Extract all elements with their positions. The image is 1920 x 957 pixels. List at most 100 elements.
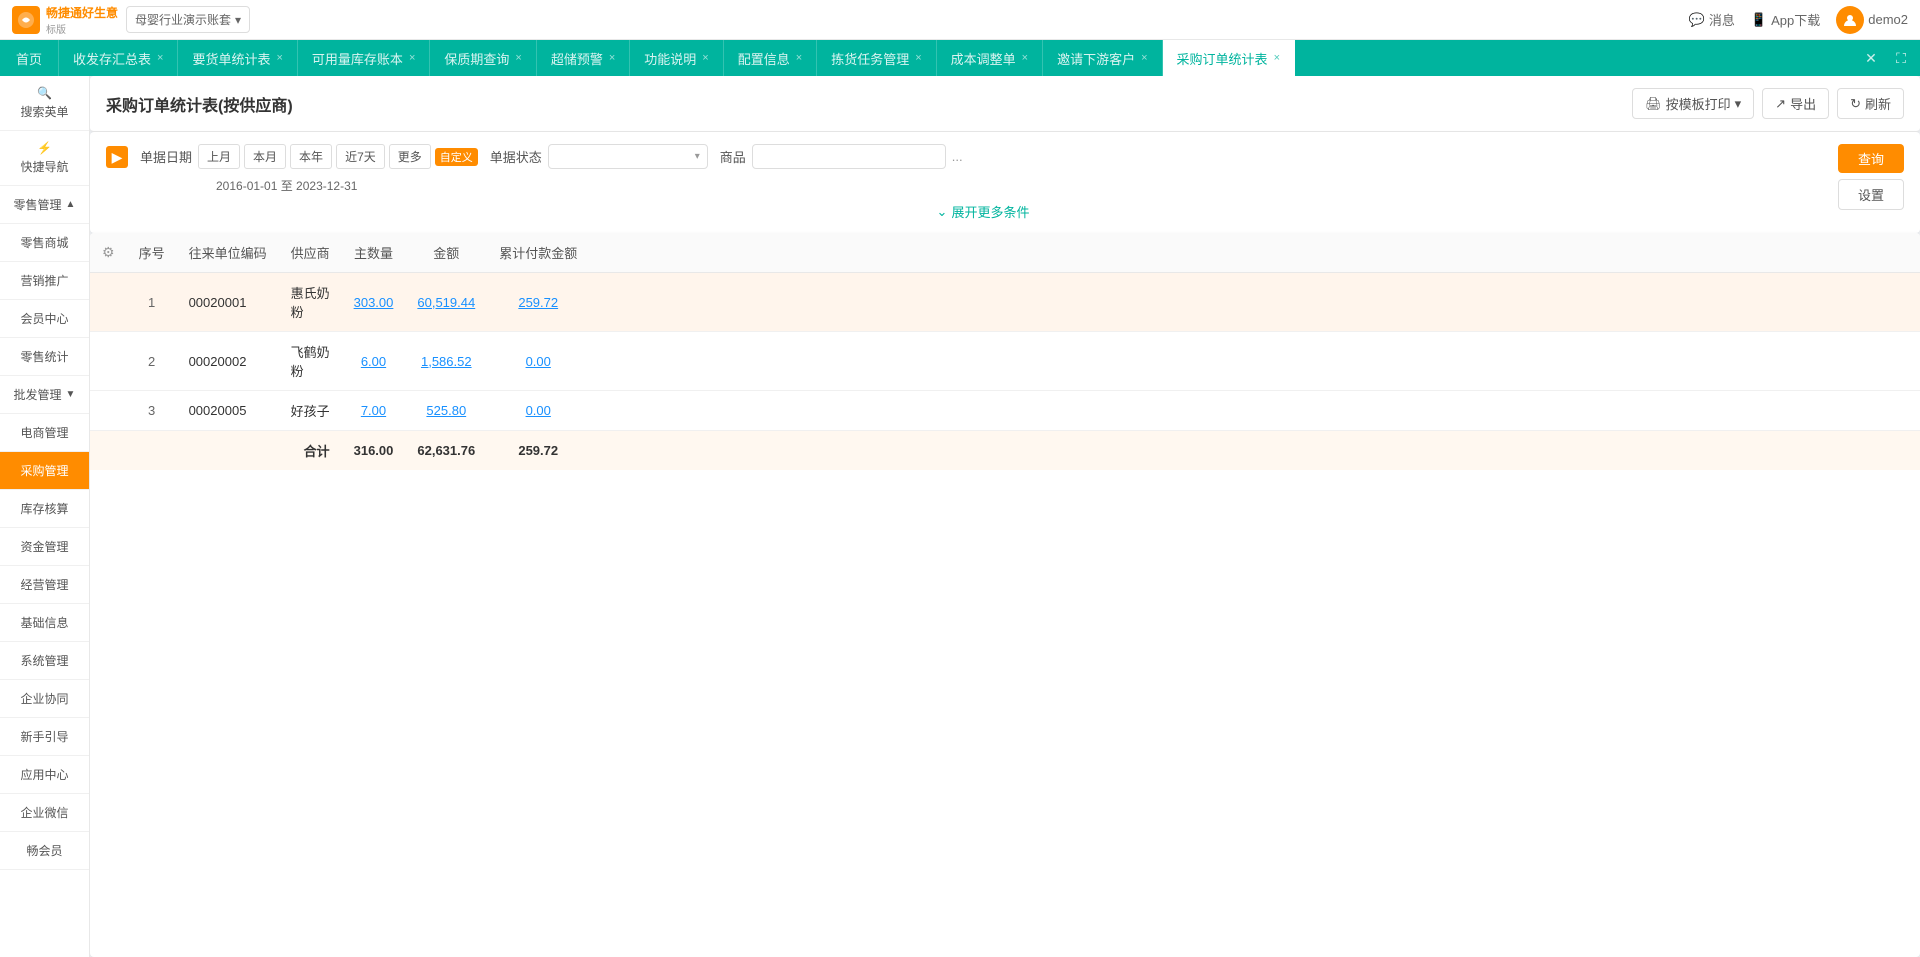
close-icon[interactable]: × (1141, 52, 1147, 64)
sidebar-item-system-mgmt[interactable]: 系统管理 (0, 642, 89, 680)
tab-label: 收发存汇总表 (73, 49, 151, 68)
close-icon[interactable]: × (1274, 52, 1280, 64)
sidebar-item-operations[interactable]: 经营管理 (0, 566, 89, 604)
goods-input[interactable] (752, 144, 946, 169)
footer-paid-amount: 259.72 (487, 431, 589, 471)
query-button[interactable]: 查询 (1838, 144, 1904, 173)
sidebar-item-ecommerce[interactable]: 电商管理 (0, 414, 89, 452)
table-settings-icon[interactable]: ⚙ (102, 244, 115, 260)
export-button[interactable]: ↗ 导出 (1762, 88, 1829, 119)
sidebar-item-enterprise-wechat[interactable]: 企业微信 (0, 794, 89, 832)
tab-home[interactable]: 首页 (0, 40, 59, 76)
sidebar-item-app-center[interactable]: 应用中心 (0, 756, 89, 794)
more-date-btn[interactable]: 更多 (389, 144, 431, 169)
sidebar-item-enterprise-collab[interactable]: 企业协同 (0, 680, 89, 718)
sidebar-item-retail-mgmt[interactable]: 零售管理 ▲ (0, 186, 89, 224)
printer-icon: 🖨 (1645, 96, 1662, 112)
message-icon: 💬 (1689, 12, 1705, 28)
page-header: 采购订单统计表(按供应商) 🖨 按模板打印 ▾ ↗ 导出 ↻ 刷新 (90, 76, 1920, 132)
this-year-btn[interactable]: 本年 (290, 144, 332, 169)
sidebar-item-label: 企业微信 (20, 804, 68, 821)
sidebar-item-vip[interactable]: 畅会员 (0, 832, 89, 870)
nav-tabs: 首页 收发存汇总表 × 要货单统计表 × 可用量库存账本 × 保质期查询 × 超… (0, 40, 1920, 76)
top-bar: 畅捷通好生意 标版 母婴行业演示账套 ▾ 💬 消息 📱 App下载 demo2 (0, 0, 1920, 40)
logo-area: 畅捷通好生意 标版 (12, 4, 118, 36)
table-row: 2 00020002 飞鹤奶粉 6.00 1,586.52 0.00 (90, 332, 1920, 391)
status-select[interactable] (548, 144, 708, 169)
expand-more-row: ⌄ 展开更多条件 (140, 202, 1826, 221)
sidebar-item-label: 基础信息 (20, 614, 68, 631)
tab-function-desc[interactable]: 功能说明 × (630, 40, 723, 76)
close-icon[interactable]: × (157, 52, 163, 64)
sidebar-item-finance[interactable]: 资金管理 (0, 528, 89, 566)
close-icon[interactable]: × (515, 52, 521, 64)
last-7days-btn[interactable]: 近7天 (336, 144, 385, 169)
paid-amount-cell[interactable]: 0.00 (487, 391, 589, 431)
main-qty-cell[interactable]: 7.00 (342, 391, 406, 431)
app-download-action[interactable]: 📱 App下载 (1751, 10, 1820, 29)
amount-cell[interactable]: 1,586.52 (405, 332, 487, 391)
more-icon[interactable]: ... (952, 149, 963, 164)
close-icon[interactable]: × (409, 52, 415, 64)
sidebar-item-retail-mall[interactable]: 零售商城 (0, 224, 89, 262)
expand-more-button[interactable]: ⌄ 展开更多条件 (937, 202, 1030, 221)
main-qty-cell[interactable]: 303.00 (342, 273, 406, 332)
sidebar-item-label: 新手引导 (20, 728, 68, 745)
sidebar-item-search[interactable]: 🔍 搜索英单 (0, 76, 89, 131)
tab-shelf-life[interactable]: 保质期查询 × (430, 40, 536, 76)
sidebar-item-inventory[interactable]: 库存核算 (0, 490, 89, 528)
refresh-button[interactable]: ↻ 刷新 (1837, 88, 1904, 119)
tab-label: 可用量库存账本 (312, 49, 403, 68)
row-settings-cell (90, 273, 127, 332)
paid-amount-cell[interactable]: 259.72 (487, 273, 589, 332)
sidebar-item-basic-info[interactable]: 基础信息 (0, 604, 89, 642)
sidebar-item-quick-nav[interactable]: ⚡ 快捷导航 (0, 131, 89, 186)
tab-picking-task[interactable]: 拣货任务管理 × (817, 40, 936, 76)
amount-cell[interactable]: 525.80 (405, 391, 487, 431)
close-icon[interactable]: × (915, 52, 921, 64)
col-supplier: 供应商 (279, 233, 342, 273)
message-action[interactable]: 💬 消息 (1689, 10, 1735, 29)
tab-overstock-warning[interactable]: 超储预警 × (537, 40, 630, 76)
settings-button[interactable]: 设置 (1838, 179, 1904, 210)
custom-badge: 自定义 (435, 148, 478, 166)
this-month-btn[interactable]: 本月 (244, 144, 286, 169)
close-icon[interactable]: × (702, 52, 708, 64)
sidebar-item-retail-stats[interactable]: 零售统计 (0, 338, 89, 376)
filter-collapse-button[interactable]: ▶ (106, 146, 128, 168)
data-table: ⚙ 序号 往来单位编码 供应商 主数量 金额 累计付款金额 1 (90, 233, 1920, 470)
close-icon[interactable]: × (609, 52, 615, 64)
amount-cell[interactable]: 60,519.44 (405, 273, 487, 332)
close-icon[interactable]: × (796, 52, 802, 64)
sidebar-item-member-center[interactable]: 会员中心 (0, 300, 89, 338)
last-month-btn[interactable]: 上月 (198, 144, 240, 169)
tab-cost-adjust[interactable]: 成本调整单 × (937, 40, 1043, 76)
expand-tabs-icon[interactable]: ⛶ (1890, 47, 1912, 69)
data-table-container: ⚙ 序号 往来单位编码 供应商 主数量 金额 累计付款金额 1 (90, 233, 1920, 957)
footer-main-qty: 316.00 (342, 431, 406, 471)
close-all-icon[interactable]: ✕ (1860, 47, 1882, 69)
top-bar-left: 畅捷通好生意 标版 母婴行业演示账套 ▾ (12, 4, 250, 36)
main-qty-cell[interactable]: 6.00 (342, 332, 406, 391)
paid-amount-cell[interactable]: 0.00 (487, 332, 589, 391)
tab-purchase-summary[interactable]: 采购订单统计表 × (1163, 40, 1295, 76)
refresh-icon: ↻ (1850, 96, 1861, 112)
sidebar-item-label: 采购管理 (20, 462, 68, 479)
tab-config-info[interactable]: 配置信息 × (724, 40, 817, 76)
template-print-button[interactable]: 🖨 按模板打印 ▾ (1632, 88, 1754, 119)
sidebar-item-new-guide[interactable]: 新手引导 (0, 718, 89, 756)
tab-label: 保质期查询 (444, 49, 509, 68)
close-icon[interactable]: × (1022, 52, 1028, 64)
tab-order-summary[interactable]: 要货单统计表 × (178, 40, 297, 76)
sidebar-item-marketing[interactable]: 营销推广 (0, 262, 89, 300)
sidebar-item-wholesale-mgmt[interactable]: 批发管理 ▼ (0, 376, 89, 414)
tab-available-stock[interactable]: 可用量库存账本 × (298, 40, 430, 76)
sidebar-item-purchase-mgmt[interactable]: 采购管理 (0, 452, 89, 490)
table-row: 3 00020005 好孩子 7.00 525.80 0.00 (90, 391, 1920, 431)
tab-receive-summary[interactable]: 收发存汇总表 × (59, 40, 178, 76)
workspace-selector[interactable]: 母婴行业演示账套 ▾ (126, 6, 250, 33)
close-icon[interactable]: × (276, 52, 282, 64)
tab-invite-downstream[interactable]: 邀请下游客户 × (1043, 40, 1162, 76)
user-area[interactable]: demo2 (1836, 6, 1908, 34)
sidebar-item-label: 营销推广 (20, 272, 68, 289)
